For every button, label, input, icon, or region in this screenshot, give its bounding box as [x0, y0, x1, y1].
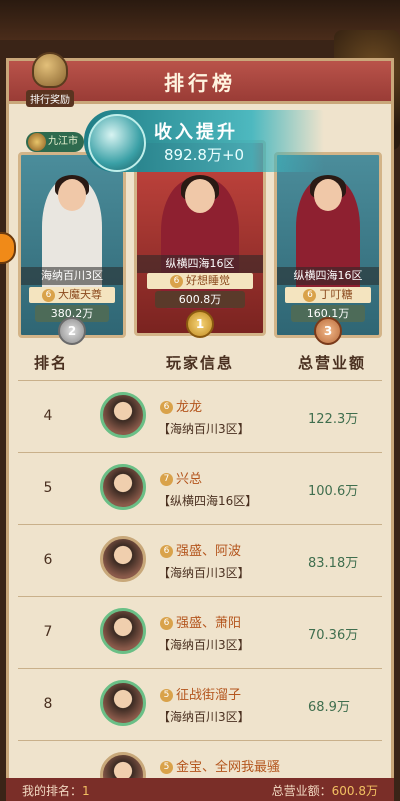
row-player-name: 6 强盛、萧阳	[160, 612, 241, 631]
city-badge: 九江市	[26, 132, 84, 152]
level-icon: 5	[160, 689, 173, 702]
row-player-name: 5 征战街溜子	[160, 684, 241, 703]
podium-server: 海纳百川3区	[21, 267, 123, 285]
row-rank: 4	[43, 408, 53, 424]
row-value: 122.3万	[308, 412, 359, 427]
table-row[interactable]: 4 6 龙龙 【海纳百川3区】 122.3万	[18, 380, 382, 452]
level-icon: 6	[41, 288, 55, 302]
ranking-reward-button[interactable]: 排行奖励	[22, 52, 78, 107]
avatar	[100, 608, 146, 654]
ranking-reward-label: 排行奖励	[26, 90, 74, 107]
level-icon: 7	[160, 473, 173, 486]
avatar	[100, 464, 146, 510]
income-boost-title: 收入提升	[154, 122, 238, 143]
table-row[interactable]: 5 7 兴总 【纵横四海16区】 100.6万	[18, 452, 382, 524]
avatar	[100, 536, 146, 582]
row-server: 【海纳百川3区】	[158, 638, 250, 652]
row-value: 68.9万	[308, 700, 350, 715]
podium-card-2[interactable]: 海纳百川3区 6 大魔天尊 380.2万	[18, 152, 126, 338]
podium-name: 6 大魔天尊	[29, 287, 115, 303]
row-player-name: 6 强盛、阿波	[160, 540, 241, 559]
rank-3-medal-icon: 3	[314, 317, 342, 345]
header-total-revenue: 总营业额	[298, 354, 367, 372]
row-player-name: 6 龙龙	[160, 396, 202, 415]
avatar	[100, 752, 146, 780]
trophy-icon	[32, 52, 68, 88]
table-row[interactable]: 5 金宝、全网我最骚	[18, 740, 382, 780]
podium-name: 6 丁叮糖	[285, 287, 371, 303]
podium-value: 600.8万	[154, 291, 246, 308]
my-total-revenue: 总营业额：600.8万	[271, 784, 378, 798]
row-server: 【海纳百川3区】	[158, 422, 250, 436]
city-icon	[28, 133, 46, 151]
my-rank-bar: 我的排名：1 总营业额：600.8万	[6, 778, 394, 801]
level-icon: 6	[160, 545, 173, 558]
coin-stack-icon	[88, 114, 146, 172]
podium-name: 6 好想睡觉	[147, 273, 253, 289]
table-row[interactable]: 7 6 强盛、萧阳 【海纳百川3区】 70.36万	[18, 596, 382, 668]
level-icon: 5	[160, 761, 173, 774]
row-server: 【海纳百川3区】	[158, 710, 250, 724]
row-rank: 5	[43, 480, 53, 496]
player-portrait	[161, 175, 239, 309]
header-rank: 排名	[34, 354, 69, 372]
income-boost-value: 892.8万+0	[164, 146, 245, 164]
rank-1-medal-icon: 1	[186, 310, 214, 338]
table-row[interactable]: 8 5 征战街溜子 【海纳百川3区】 68.9万	[18, 668, 382, 740]
row-value: 83.18万	[308, 556, 359, 571]
my-rank: 我的排名：1	[22, 784, 90, 798]
level-icon: 6	[303, 288, 317, 302]
row-value: 70.36万	[308, 628, 359, 643]
level-icon: 6	[169, 274, 183, 288]
podium-server: 纵横四海16区	[137, 255, 263, 273]
row-value: 100.6万	[308, 484, 359, 499]
table-row[interactable]: 6 6 强盛、阿波 【海纳百川3区】 83.18万	[18, 524, 382, 596]
row-player-name: 7 兴总	[160, 468, 202, 487]
table-header: 排名 玩家信息 总营业额	[18, 352, 382, 378]
income-boost-banner: 收入提升 892.8万+0	[84, 110, 324, 172]
avatar	[100, 392, 146, 438]
level-icon: 6	[160, 617, 173, 630]
row-server: 【纵横四海16区】	[158, 494, 258, 508]
podium-server: 纵横四海16区	[277, 267, 379, 285]
row-rank: 7	[43, 624, 53, 640]
row-player-name: 5 金宝、全网我最骚	[160, 756, 280, 775]
level-icon: 6	[160, 401, 173, 414]
rank-2-medal-icon: 2	[58, 317, 86, 345]
row-server: 【海纳百川3区】	[158, 566, 250, 580]
page-title: 排行榜	[164, 70, 236, 95]
avatar	[100, 680, 146, 726]
podium-card-3[interactable]: 纵横四海16区 6 丁叮糖 160.1万	[274, 152, 382, 338]
row-rank: 8	[43, 696, 53, 712]
header-player-info: 玩家信息	[166, 354, 235, 372]
row-rank: 6	[43, 552, 53, 568]
